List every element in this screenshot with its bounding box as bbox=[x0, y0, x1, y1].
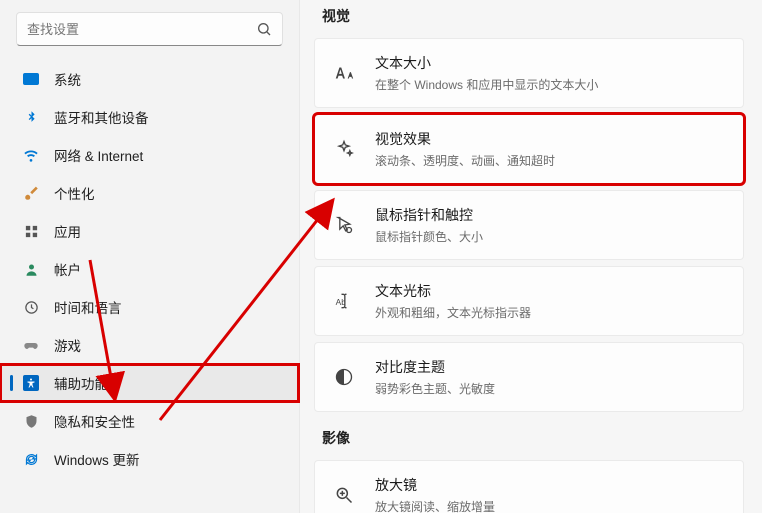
text-cursor-icon: Ab bbox=[331, 288, 357, 314]
card-title: 对比度主题 bbox=[375, 357, 495, 377]
person-icon bbox=[22, 260, 40, 278]
nav-list: 系统 蓝牙和其他设备 网络 & Internet 个性化 bbox=[0, 60, 299, 478]
card-title: 放大镜 bbox=[375, 475, 495, 495]
search-input[interactable] bbox=[27, 22, 256, 37]
nav-label: 网络 & Internet bbox=[54, 145, 143, 165]
nav-label: 系统 bbox=[54, 69, 81, 89]
card-desc: 放大镜阅读、缩放增量 bbox=[375, 498, 495, 513]
wifi-icon bbox=[22, 146, 40, 164]
svg-text:Ab: Ab bbox=[336, 297, 347, 307]
paintbrush-icon bbox=[22, 184, 40, 202]
nav-accessibility[interactable]: 辅助功能 bbox=[0, 364, 299, 402]
nav-label: 应用 bbox=[54, 221, 81, 241]
nav-network[interactable]: 网络 & Internet bbox=[0, 136, 299, 174]
apps-icon bbox=[22, 222, 40, 240]
nav-time-language[interactable]: 时间和语言 bbox=[0, 288, 299, 326]
card-desc: 外观和粗细，文本光标指示器 bbox=[375, 304, 531, 321]
nav-label: 个性化 bbox=[54, 183, 95, 203]
nav-gaming[interactable]: 游戏 bbox=[0, 326, 299, 364]
nav-bluetooth[interactable]: 蓝牙和其他设备 bbox=[0, 98, 299, 136]
nav-label: 帐户 bbox=[54, 259, 81, 279]
section-vision-title: 视觉 bbox=[322, 6, 762, 26]
magnifier-icon bbox=[331, 482, 357, 508]
card-magnifier[interactable]: 放大镜 放大镜阅读、缩放增量 bbox=[314, 460, 744, 513]
nav-label: 隐私和安全性 bbox=[54, 411, 135, 431]
card-title: 文本光标 bbox=[375, 281, 531, 301]
text-size-icon bbox=[331, 60, 357, 86]
system-icon bbox=[22, 70, 40, 88]
shield-icon bbox=[22, 412, 40, 430]
bluetooth-icon bbox=[22, 108, 40, 126]
cursor-icon bbox=[331, 212, 357, 238]
card-title: 鼠标指针和触控 bbox=[375, 205, 483, 225]
nav-windows-update[interactable]: Windows 更新 bbox=[0, 440, 299, 478]
update-icon bbox=[22, 450, 40, 468]
search-icon bbox=[256, 21, 272, 37]
nav-label: 时间和语言 bbox=[54, 297, 122, 317]
card-contrast-themes[interactable]: 对比度主题 弱势彩色主题、光敏度 bbox=[314, 342, 744, 412]
sidebar: 系统 蓝牙和其他设备 网络 & Internet 个性化 bbox=[0, 0, 300, 513]
card-text-size[interactable]: 文本大小 在整个 Windows 和应用中显示的文本大小 bbox=[314, 38, 744, 108]
card-desc: 鼠标指针颜色、大小 bbox=[375, 228, 483, 245]
nav-label: Windows 更新 bbox=[54, 449, 140, 469]
clock-icon bbox=[22, 298, 40, 316]
card-desc: 弱势彩色主题、光敏度 bbox=[375, 380, 495, 397]
card-title: 视觉效果 bbox=[375, 129, 555, 149]
nav-apps[interactable]: 应用 bbox=[0, 212, 299, 250]
nav-label: 游戏 bbox=[54, 335, 81, 355]
nav-label: 辅助功能 bbox=[54, 373, 108, 393]
nav-privacy[interactable]: 隐私和安全性 bbox=[0, 402, 299, 440]
card-title: 文本大小 bbox=[375, 53, 598, 73]
section-image-title: 影像 bbox=[322, 428, 762, 448]
accessibility-icon bbox=[22, 374, 40, 392]
card-desc: 在整个 Windows 和应用中显示的文本大小 bbox=[375, 76, 598, 93]
card-text-cursor[interactable]: Ab 文本光标 外观和粗细，文本光标指示器 bbox=[314, 266, 744, 336]
search-box[interactable] bbox=[16, 12, 283, 46]
main-content: 视觉 文本大小 在整个 Windows 和应用中显示的文本大小 视觉效果 滚动条… bbox=[300, 0, 762, 513]
card-desc: 滚动条、透明度、动画、通知超时 bbox=[375, 152, 555, 169]
nav-label: 蓝牙和其他设备 bbox=[54, 107, 149, 127]
nav-system[interactable]: 系统 bbox=[0, 60, 299, 98]
gamepad-icon bbox=[22, 336, 40, 354]
nav-personalization[interactable]: 个性化 bbox=[0, 174, 299, 212]
sparkle-icon bbox=[331, 136, 357, 162]
card-mouse-pointer[interactable]: 鼠标指针和触控 鼠标指针颜色、大小 bbox=[314, 190, 744, 260]
nav-accounts[interactable]: 帐户 bbox=[0, 250, 299, 288]
card-visual-effects[interactable]: 视觉效果 滚动条、透明度、动画、通知超时 bbox=[314, 114, 744, 184]
contrast-icon bbox=[331, 364, 357, 390]
